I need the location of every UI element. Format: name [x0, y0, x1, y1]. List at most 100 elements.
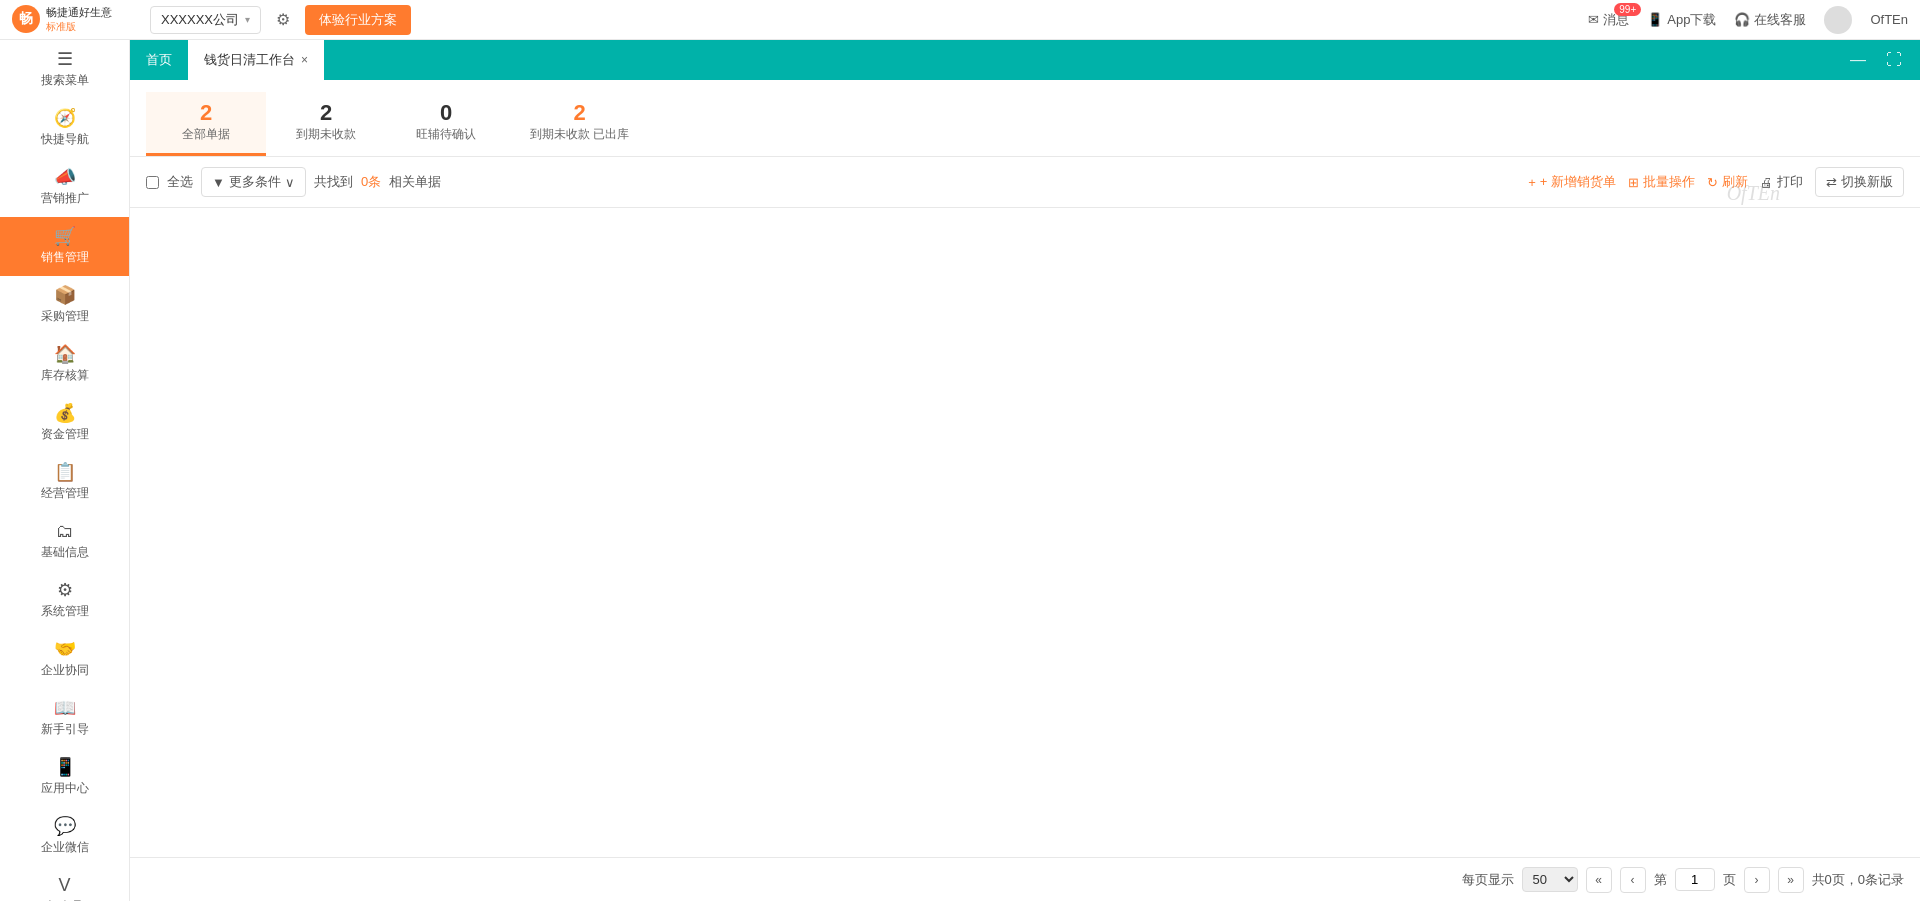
- tab-bar: 首页 钱货日清工作台 × — ⛶: [130, 40, 1920, 80]
- stat-tab-overdue-shipped[interactable]: 2 到期未收款 已出库: [506, 92, 653, 156]
- sidebar-item-finance[interactable]: 💰 资金管理: [0, 394, 129, 453]
- sidebar-item-operation[interactable]: 📋 经营管理: [0, 453, 129, 512]
- sidebar-item-cooperation[interactable]: 🤝 企业协同: [0, 630, 129, 689]
- tab-active-label: 钱货日清工作台: [204, 51, 295, 69]
- tab-active[interactable]: 钱货日清工作台 ×: [188, 40, 324, 80]
- page-size-label: 每页显示: [1462, 871, 1514, 889]
- sidebar-item-member[interactable]: V 畅会员: [0, 866, 129, 901]
- tab-home[interactable]: 首页: [130, 40, 188, 80]
- sidebar-label-search: 搜索菜单: [41, 72, 89, 89]
- sidebar-item-sales[interactable]: 🛒 销售管理: [0, 217, 129, 276]
- tab-minimize-button[interactable]: —: [1844, 46, 1872, 74]
- stat-label-overdue-shipped: 到期未收款 已出库: [530, 126, 629, 143]
- inventory-icon: 🏠: [54, 345, 76, 363]
- quick-nav-icon: 🧭: [54, 109, 76, 127]
- logo-icon: 畅: [12, 5, 40, 33]
- last-page-button[interactable]: »: [1778, 867, 1804, 893]
- sidebar-item-purchase[interactable]: 📦 采购管理: [0, 276, 129, 335]
- page-suffix: 页: [1723, 871, 1736, 889]
- user-name: OfTEn: [1870, 12, 1908, 27]
- first-page-button[interactable]: «: [1586, 867, 1612, 893]
- sidebar-label-finance: 资金管理: [41, 426, 89, 443]
- finance-icon: 💰: [54, 404, 76, 422]
- add-sale-order-button[interactable]: + + 新增销货单: [1528, 173, 1616, 191]
- sidebar: ☰ 搜索菜单 🧭 快捷导航 📣 营销推广 🛒 销售管理 📦 采购管理 🏠 库存核…: [0, 40, 130, 901]
- sidebar-item-wechat[interactable]: 💬 企业微信: [0, 807, 129, 866]
- tab-close-icon[interactable]: ×: [301, 53, 308, 67]
- select-all-checkbox[interactable]: [146, 176, 159, 189]
- stat-label-wangfu: 旺辅待确认: [410, 126, 482, 143]
- page-content: 2 全部单据 2 到期未收款 0 旺辅待确认 2 到期未收款 已出库: [130, 80, 1920, 901]
- marketing-icon: 📣: [54, 168, 76, 186]
- app-center-icon: 📱: [54, 758, 76, 776]
- stats-tabs: 2 全部单据 2 到期未收款 0 旺辅待确认 2 到期未收款 已出库: [130, 80, 1920, 157]
- stat-num-all: 2: [170, 100, 242, 126]
- stat-num-overdue: 2: [290, 100, 362, 126]
- tab-maximize-button[interactable]: ⛶: [1880, 46, 1908, 74]
- sidebar-label-purchase: 采购管理: [41, 308, 89, 325]
- found-text: 共找到: [314, 173, 353, 191]
- toolbar-right: + + 新增销货单 ⊞ 批量操作 ↻ 刷新 🖨 打印: [1528, 167, 1904, 197]
- sidebar-item-inventory[interactable]: 🏠 库存核算: [0, 335, 129, 394]
- company-name: XXXXXX公司: [161, 11, 239, 29]
- sidebar-label-quick-nav: 快捷导航: [41, 131, 89, 148]
- sidebar-item-guide[interactable]: 📖 新手引导: [0, 689, 129, 748]
- sidebar-item-marketing[interactable]: 📣 营销推广: [0, 158, 129, 217]
- next-page-button[interactable]: ›: [1744, 867, 1770, 893]
- batch-operations-button[interactable]: ⊞ 批量操作: [1628, 173, 1695, 191]
- messages-button[interactable]: ✉ 消息 99+: [1588, 11, 1629, 29]
- sidebar-label-system: 系统管理: [41, 603, 89, 620]
- message-badge: 99+: [1614, 3, 1641, 16]
- sidebar-item-basic-info[interactable]: 🗂 基础信息: [0, 512, 129, 571]
- sidebar-item-system[interactable]: ⚙ 系统管理: [0, 571, 129, 630]
- tab-bar-actions: — ⛶: [1844, 46, 1920, 74]
- stat-tab-all[interactable]: 2 全部单据: [146, 92, 266, 156]
- batch-icon: ⊞: [1628, 175, 1639, 190]
- search-menu-icon: ☰: [57, 50, 73, 68]
- switch-icon: ⇄: [1826, 175, 1837, 190]
- filter-icon: ▼: [212, 175, 225, 190]
- sales-icon: 🛒: [54, 227, 76, 245]
- online-service-button[interactable]: 🎧 在线客服: [1734, 11, 1806, 29]
- operation-icon: 📋: [54, 463, 76, 481]
- sidebar-label-marketing: 营销推广: [41, 190, 89, 207]
- sidebar-label-wechat: 企业微信: [41, 839, 89, 856]
- stat-num-overdue-shipped: 2: [530, 100, 629, 126]
- total-text: 共0页，0条记录: [1812, 871, 1904, 889]
- sidebar-label-guide: 新手引导: [41, 721, 89, 738]
- filter-button[interactable]: ▼ 更多条件 ∨: [201, 167, 306, 197]
- page-label: 第: [1654, 871, 1667, 889]
- sidebar-item-quick-nav[interactable]: 🧭 快捷导航: [0, 99, 129, 158]
- chevron-down-icon: ▾: [245, 14, 250, 25]
- message-icon: ✉: [1588, 12, 1599, 27]
- switch-version-button[interactable]: ⇄ 切换新版: [1815, 167, 1904, 197]
- select-all-label: 全选: [167, 173, 193, 191]
- stat-label-all: 全部单据: [170, 126, 242, 143]
- stat-tab-overdue[interactable]: 2 到期未收款: [266, 92, 386, 156]
- sidebar-item-app-center[interactable]: 📱 应用中心: [0, 748, 129, 807]
- stat-tab-wangfu[interactable]: 0 旺辅待确认: [386, 92, 506, 156]
- company-selector[interactable]: XXXXXX公司 ▾: [150, 6, 261, 34]
- refresh-icon: ↻: [1707, 175, 1718, 190]
- avatar[interactable]: [1824, 6, 1852, 34]
- cooperation-icon: 🤝: [54, 640, 76, 658]
- app-download-button[interactable]: 📱 App下载: [1647, 11, 1716, 29]
- page-number-input[interactable]: [1675, 868, 1715, 891]
- settings-icon[interactable]: ⚙: [269, 6, 297, 34]
- print-button[interactable]: 🖨 打印: [1760, 173, 1803, 191]
- system-icon: ⚙: [57, 581, 73, 599]
- trial-button[interactable]: 体验行业方案: [305, 5, 411, 35]
- filter-arrow-icon: ∨: [285, 175, 295, 190]
- sidebar-item-search[interactable]: ☰ 搜索菜单: [0, 40, 129, 99]
- page-size-select[interactable]: 50 100 200: [1522, 867, 1578, 892]
- refresh-button[interactable]: ↻ 刷新: [1707, 173, 1748, 191]
- found-count: 0条: [361, 173, 381, 191]
- sidebar-label-app-center: 应用中心: [41, 780, 89, 797]
- sidebar-label-operation: 经营管理: [41, 485, 89, 502]
- guide-icon: 📖: [54, 699, 76, 717]
- tab-home-label: 首页: [146, 51, 172, 69]
- prev-page-button[interactable]: ‹: [1620, 867, 1646, 893]
- sidebar-label-cooperation: 企业协同: [41, 662, 89, 679]
- stat-num-wangfu: 0: [410, 100, 482, 126]
- sidebar-label-inventory: 库存核算: [41, 367, 89, 384]
